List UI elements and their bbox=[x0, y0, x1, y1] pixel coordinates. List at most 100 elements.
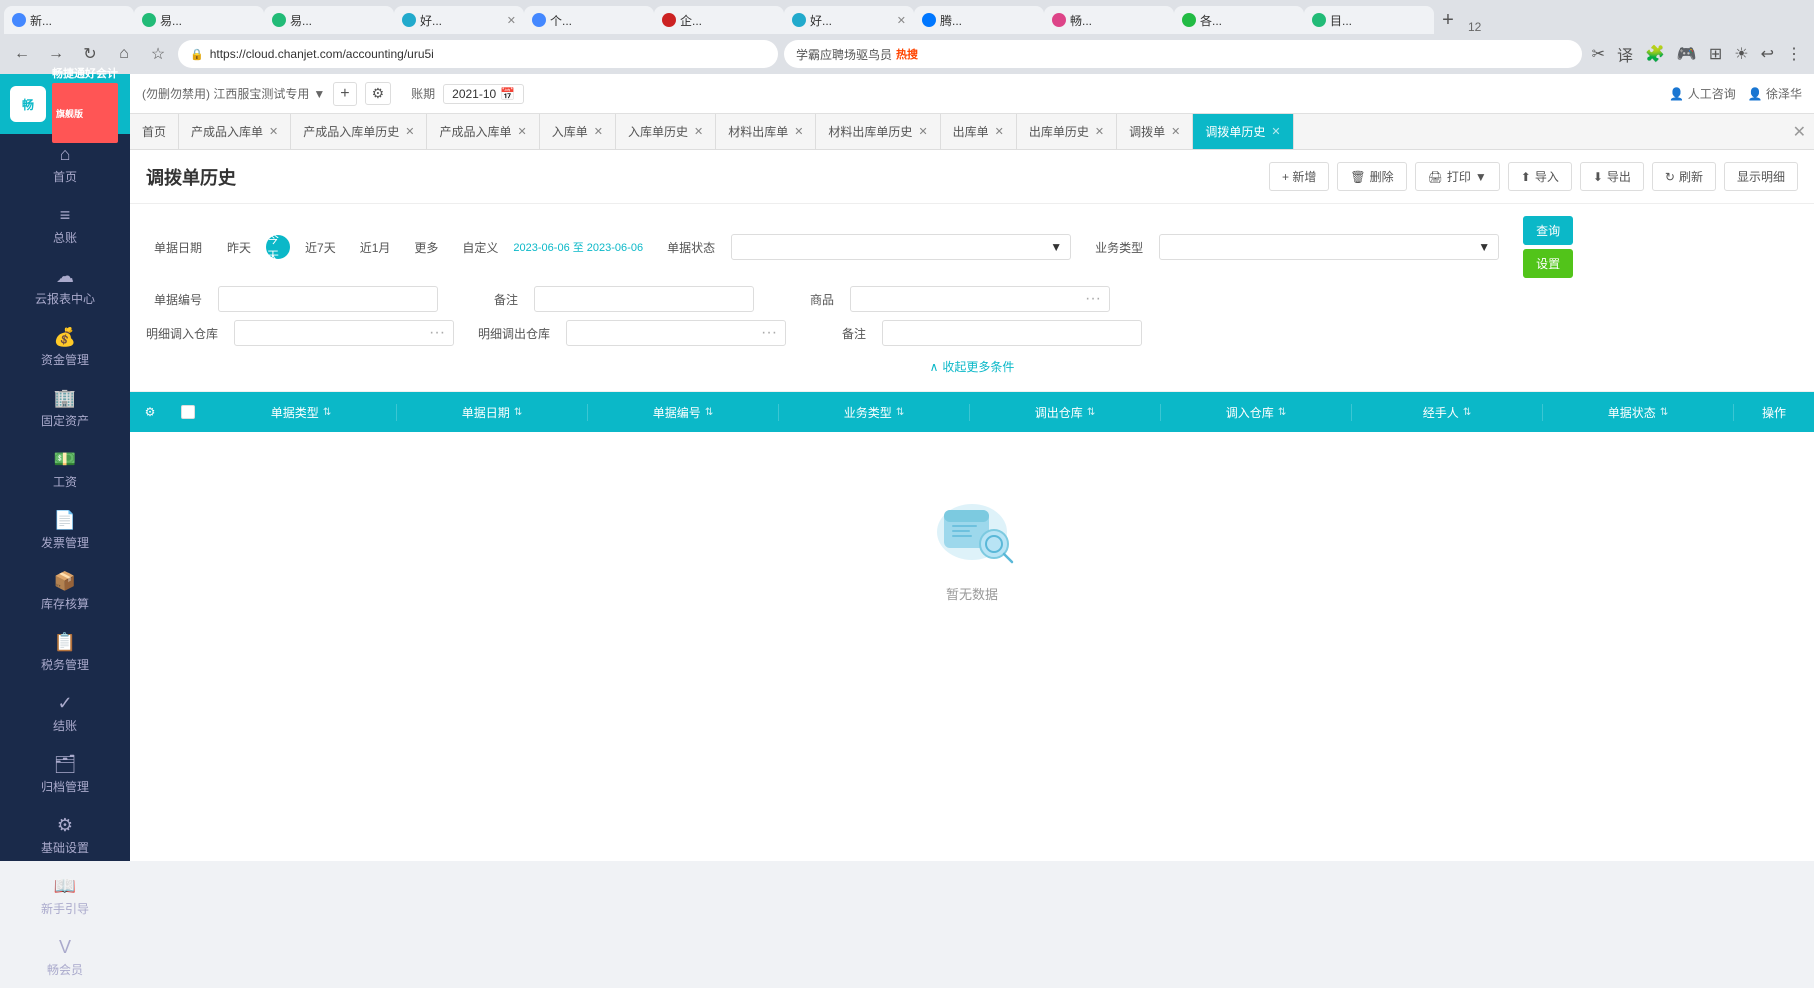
back-button[interactable]: ← bbox=[8, 40, 36, 68]
sidebar-item-inventory[interactable]: 📦 库存核算 bbox=[0, 561, 130, 622]
goods-select[interactable]: ··· bbox=[850, 286, 1110, 312]
browser-tab-4[interactable]: 个... bbox=[524, 6, 654, 34]
sidebar-item-archive[interactable]: 🗂 归档管理 bbox=[0, 744, 130, 805]
app-tab-close-8[interactable]: ✕ bbox=[995, 125, 1004, 138]
sidebar-item-invoice[interactable]: 📄 发票管理 bbox=[0, 500, 130, 561]
tab-close-3[interactable]: ✕ bbox=[507, 14, 516, 27]
date-btn-7days[interactable]: 近7天 bbox=[296, 236, 345, 259]
th-biz-type[interactable]: 业务类型 ⇅ bbox=[779, 404, 970, 421]
display-detail-button[interactable]: 显示明细 bbox=[1724, 162, 1798, 191]
menu-icon[interactable]: ⋮ bbox=[1782, 40, 1806, 68]
th-in-warehouse[interactable]: 调入仓库 ⇅ bbox=[1161, 404, 1352, 421]
tab-close-6[interactable]: ✕ bbox=[897, 14, 906, 27]
browser-tab-6[interactable]: 好... ✕ bbox=[784, 6, 914, 34]
address-bar[interactable]: 🔒 https://cloud.chanjet.com/accounting/u… bbox=[178, 40, 778, 68]
th-out-warehouse[interactable]: 调出仓库 ⇅ bbox=[970, 404, 1161, 421]
th-doc-status[interactable]: 单据状态 ⇅ bbox=[1543, 404, 1734, 421]
out-warehouse-select[interactable]: ··· bbox=[566, 320, 786, 346]
close-all-tabs-button[interactable]: ✕ bbox=[1785, 122, 1814, 142]
app-tab-2[interactable]: 产成品入库单历史 ✕ bbox=[291, 114, 427, 150]
brightness-icon[interactable]: ☀ bbox=[1730, 40, 1752, 68]
service-link[interactable]: 👤 人工咨询 bbox=[1669, 85, 1735, 102]
in-warehouse-select[interactable]: ··· bbox=[234, 320, 454, 346]
app-tab-5[interactable]: 入库单历史 ✕ bbox=[616, 114, 716, 150]
add-company-button[interactable]: + bbox=[333, 82, 356, 106]
th-handler[interactable]: 经手人 ⇅ bbox=[1352, 404, 1543, 421]
th-doc-no[interactable]: 单据编号 ⇅ bbox=[588, 404, 779, 421]
app-tab-close-4[interactable]: ✕ bbox=[594, 125, 603, 138]
note-input[interactable] bbox=[882, 320, 1142, 346]
sidebar-item-report-center[interactable]: ☁ 云报表中心 bbox=[0, 256, 130, 317]
grid-icon[interactable]: ⊞ bbox=[1705, 40, 1726, 68]
doc-no-input[interactable] bbox=[218, 286, 438, 312]
app-tab-1[interactable]: 产成品入库单 ✕ bbox=[179, 114, 291, 150]
refresh-button-action[interactable]: ↻ 刷新 bbox=[1652, 162, 1716, 191]
remark-input[interactable] bbox=[534, 286, 754, 312]
period-selector[interactable]: 2021-10 📅 bbox=[443, 84, 524, 104]
app-tab-close-11[interactable]: ✕ bbox=[1271, 125, 1280, 138]
settings-gear-icon[interactable]: ⚙ bbox=[365, 82, 392, 105]
sidebar-item-fund-management[interactable]: 💰 资金管理 bbox=[0, 317, 130, 378]
th-doc-date[interactable]: 单据日期 ⇅ bbox=[397, 404, 588, 421]
browser-tab-3[interactable]: 好... ✕ bbox=[394, 6, 524, 34]
browser-tab-1[interactable]: 易... bbox=[134, 6, 264, 34]
sidebar-item-settings[interactable]: ⚙ 基础设置 bbox=[0, 805, 130, 866]
bookmark-button[interactable]: ☆ bbox=[144, 40, 172, 68]
game-icon[interactable]: 🎮 bbox=[1673, 40, 1701, 68]
app-tab-close-3[interactable]: ✕ bbox=[518, 125, 527, 138]
import-button[interactable]: ⬆ 导入 bbox=[1508, 162, 1572, 191]
date-btn-1month[interactable]: 近1月 bbox=[351, 236, 400, 259]
date-btn-today[interactable]: 今天 bbox=[266, 235, 290, 259]
app-tab-8[interactable]: 出库单 ✕ bbox=[941, 114, 1017, 150]
sidebar-item-closing[interactable]: ✓ 结账 bbox=[0, 683, 130, 744]
date-btn-more[interactable]: 更多 bbox=[405, 236, 447, 259]
app-tab-close-2[interactable]: ✕ bbox=[405, 125, 414, 138]
user-avatar[interactable]: 👤 徐泽华 bbox=[1748, 85, 1802, 102]
browser-tab-8[interactable]: 畅... bbox=[1044, 6, 1174, 34]
company-selector[interactable]: (勿删勿禁用) 江西服宝测试专用 ▼ bbox=[142, 85, 325, 102]
app-tab-close-1[interactable]: ✕ bbox=[269, 125, 278, 138]
app-tab-10[interactable]: 调拨单 ✕ bbox=[1117, 114, 1193, 150]
date-btn-custom[interactable]: 自定义 bbox=[453, 236, 507, 259]
refresh-button[interactable]: ↻ bbox=[76, 40, 104, 68]
translate-icon[interactable]: 译 bbox=[1613, 40, 1637, 68]
home-button[interactable]: ⌂ bbox=[110, 40, 138, 68]
browser-tab-10[interactable]: 目... bbox=[1304, 6, 1434, 34]
browser-tab-9[interactable]: 各... bbox=[1174, 6, 1304, 34]
app-tab-close-6[interactable]: ✕ bbox=[794, 125, 803, 138]
browser-tab-2[interactable]: 易... bbox=[264, 6, 394, 34]
delete-button[interactable]: 🗑 删除 bbox=[1337, 162, 1406, 191]
app-tab-4[interactable]: 入库单 ✕ bbox=[540, 114, 616, 150]
app-tab-6[interactable]: 材料出库单 ✕ bbox=[716, 114, 816, 150]
app-tab-11[interactable]: 调拨单历史 ✕ bbox=[1193, 114, 1293, 150]
th-checkbox-all[interactable] bbox=[170, 405, 206, 419]
app-tab-home[interactable]: 首页 bbox=[130, 114, 179, 150]
browser-tab-0[interactable]: 新... bbox=[4, 6, 134, 34]
app-tab-close-9[interactable]: ✕ bbox=[1095, 125, 1104, 138]
sidebar-item-general-ledger[interactable]: ≡ 总账 bbox=[0, 195, 130, 256]
sidebar-item-fixed-assets[interactable]: 🏢 固定资产 bbox=[0, 378, 130, 439]
sidebar-item-vip[interactable]: V 畅会员 bbox=[0, 927, 130, 988]
th-gear-settings[interactable]: ⚙ bbox=[130, 405, 170, 419]
select-all-checkbox[interactable] bbox=[181, 405, 195, 419]
app-tab-close-10[interactable]: ✕ bbox=[1171, 125, 1180, 138]
scissors-icon[interactable]: ✂ bbox=[1588, 40, 1609, 68]
app-tab-9[interactable]: 出库单历史 ✕ bbox=[1017, 114, 1117, 150]
extension-icon[interactable]: 🧩 bbox=[1641, 40, 1669, 68]
app-tab-3[interactable]: 产成品入库单 ✕ bbox=[427, 114, 539, 150]
browser-tab-5[interactable]: 企... bbox=[654, 6, 784, 34]
export-button[interactable]: ⬇ 导出 bbox=[1580, 162, 1644, 191]
app-tab-close-7[interactable]: ✕ bbox=[918, 125, 927, 138]
new-button[interactable]: + 新增 bbox=[1269, 162, 1329, 191]
print-button[interactable]: 🖨 打印 ▼ bbox=[1415, 162, 1500, 191]
th-doc-type[interactable]: 单据类型 ⇅ bbox=[206, 404, 397, 421]
biz-type-select[interactable]: ▼ bbox=[1159, 234, 1499, 260]
collapse-filters-button[interactable]: ∧ 收起更多条件 bbox=[146, 354, 1798, 379]
status-filter-select[interactable]: ▼ bbox=[731, 234, 1071, 260]
app-tab-7[interactable]: 材料出库单历史 ✕ bbox=[816, 114, 940, 150]
sidebar-item-payroll[interactable]: 💵 工资 bbox=[0, 439, 130, 500]
query-button[interactable]: 查询 bbox=[1523, 216, 1573, 245]
new-tab-button[interactable]: + bbox=[1434, 6, 1462, 34]
sidebar-item-tax[interactable]: 📋 税务管理 bbox=[0, 622, 130, 683]
settings-filter-button[interactable]: 设置 bbox=[1523, 249, 1573, 278]
